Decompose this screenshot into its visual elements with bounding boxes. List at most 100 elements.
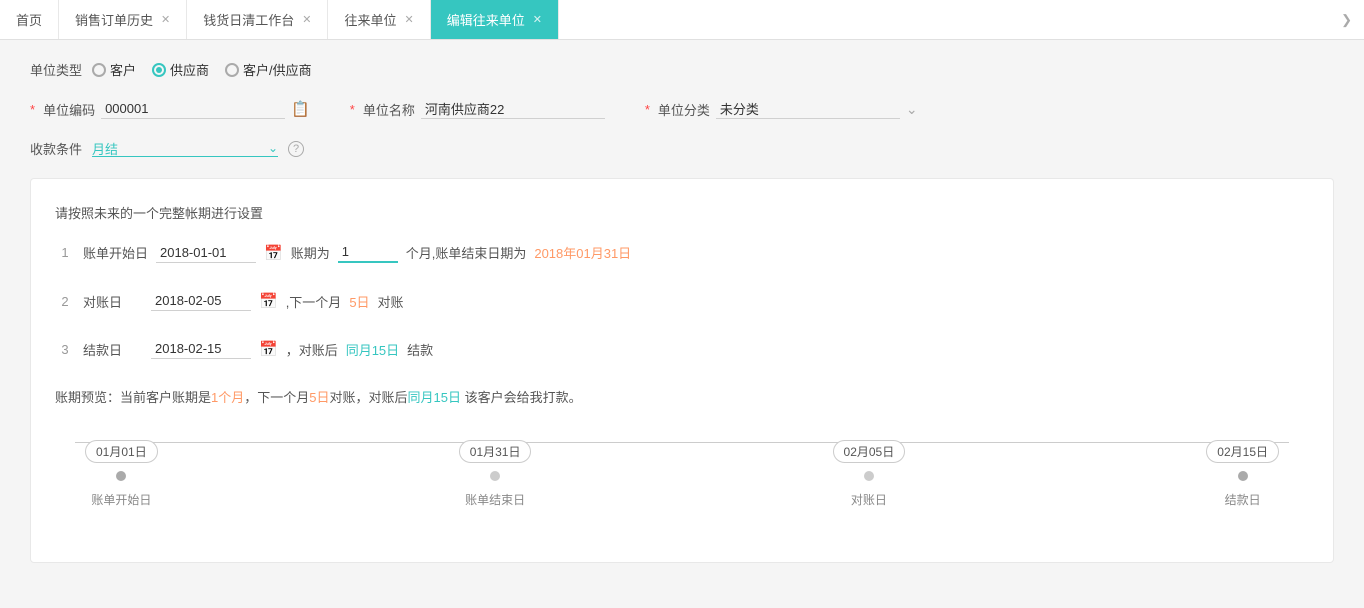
timeline-pill-3: 02月15日 <box>1206 440 1279 463</box>
timeline-pill-1: 01月31日 <box>459 440 532 463</box>
row3-suffix-pre: ，对账后 <box>286 340 338 359</box>
unit-type-row: 单位类型 客户 供应商 客户/供应商 <box>30 60 1334 79</box>
row1-period-label: 账期为 <box>291 243 330 262</box>
unit-type-label: 单位类型 <box>30 60 82 79</box>
unit-code-label: 单位编码 <box>43 100 95 119</box>
row2-label: 对账日 <box>83 292 143 311</box>
timeline-point-1: 01月31日 账单结束日 <box>459 440 532 508</box>
preview-text: 账期预览：当前客户账期是1个月，下一个月5日对账，对账后同月15日 该客户会给我… <box>55 387 1309 406</box>
timeline-pill-2: 02月05日 <box>833 440 906 463</box>
row2-calendar-icon[interactable]: 📅 <box>259 292 278 310</box>
row-payment: 3 结款日 📅 ，对账后同月15日结款 <box>55 339 1309 359</box>
tab-sales-order[interactable]: 销售订单历史 ✕ <box>59 0 187 39</box>
row2-num: 2 <box>55 294 75 309</box>
row2-suffix-post: 对账 <box>378 292 404 311</box>
row3-suffix-highlight: 同月15日 <box>346 340 399 359</box>
radio-customer-circle <box>92 63 106 77</box>
timeline-points: 01月01日 账单开始日 01月31日 账单结束日 02月05日 对账日 02月… <box>85 440 1279 508</box>
row3-calendar-icon[interactable]: 📅 <box>259 340 278 358</box>
preview-part1: 1个月 <box>211 390 244 405</box>
tab-expand-button[interactable]: ❯ <box>1329 0 1364 39</box>
tab-edit-partner-close[interactable]: ✕ <box>533 13 542 26</box>
tab-cash-work-close[interactable]: ✕ <box>302 13 311 26</box>
tab-partner-label: 往来单位 <box>344 10 396 29</box>
radio-customer-label: 客户 <box>110 60 136 79</box>
row1-calendar-icon[interactable]: 📅 <box>264 244 283 262</box>
tab-cash-work-label: 钱货日清工作台 <box>203 10 294 29</box>
preview-part3: 同月15日 <box>408 390 461 405</box>
card-hint: 请按照未来的一个完整帐期进行设置 <box>55 203 1309 222</box>
row-reconcile: 2 对账日 📅 ,下一个月 5日对账 <box>55 291 1309 311</box>
help-icon[interactable]: ? <box>288 141 304 157</box>
preview-prefix: 账期预览：当前客户账期是 <box>55 390 211 405</box>
tab-sales-order-label: 销售订单历史 <box>75 10 153 29</box>
radio-supplier[interactable]: 供应商 <box>152 60 209 79</box>
unit-name-group: * 单位名称 <box>350 99 605 119</box>
row1-period-input[interactable] <box>338 242 398 263</box>
preview-sep1: ，下一个月 <box>244 390 309 405</box>
row1-num: 1 <box>55 245 75 260</box>
row1-period-unit: 个月,账单结束日期为 <box>406 243 527 262</box>
payment-condition-dropdown[interactable]: ⌄ <box>92 141 278 157</box>
preview-part2: 5日 <box>309 390 329 405</box>
row2-date-input[interactable] <box>151 291 251 311</box>
copy-icon[interactable]: 📋 <box>291 100 310 118</box>
unit-category-input[interactable] <box>716 99 900 119</box>
radio-both[interactable]: 客户/供应商 <box>225 60 312 79</box>
radio-supplier-label: 供应商 <box>170 60 209 79</box>
row-bill-start: 1 账单开始日 📅 账期为 个月,账单结束日期为 2018年01月31日 <box>55 242 1309 263</box>
timeline-point-0: 01月01日 账单开始日 <box>85 440 158 508</box>
unit-category-label: 单位分类 <box>658 100 710 119</box>
row2-suffix-highlight: 5日 <box>349 292 369 311</box>
timeline-wrapper: 01月01日 账单开始日 01月31日 账单结束日 02月05日 对账日 02月… <box>55 430 1309 538</box>
payment-condition-label: 收款条件 <box>30 139 82 158</box>
timeline-label-2: 对账日 <box>851 491 887 508</box>
tab-home-label: 首页 <box>16 10 42 29</box>
timeline-pill-0: 01月01日 <box>85 440 158 463</box>
row1-period-end: 2018年01月31日 <box>534 243 631 262</box>
row3-suffix-post: 结款 <box>407 340 433 359</box>
timeline-dot-0 <box>116 471 126 481</box>
unit-category-dropdown-icon[interactable]: ⌄ <box>906 101 918 118</box>
payment-condition-input[interactable] <box>92 141 268 156</box>
radio-both-circle <box>225 63 239 77</box>
tab-partner[interactable]: 往来单位 ✕ <box>328 0 430 39</box>
unit-category-group: * 单位分类 ⌄ <box>645 99 918 119</box>
row2-suffix-pre: ,下一个月 <box>286 292 342 311</box>
tab-sales-order-close[interactable]: ✕ <box>161 13 170 26</box>
row3-num: 3 <box>55 342 75 357</box>
unit-code-group: * 单位编码 📋 <box>30 99 310 119</box>
row3-date-input[interactable] <box>151 339 251 359</box>
main-content: 单位类型 客户 供应商 客户/供应商 * 单位编码 📋 * 单位名称 <box>0 40 1364 603</box>
radio-supplier-circle <box>152 63 166 77</box>
preview-sep2: 对账，对账后 <box>330 390 408 405</box>
unit-name-star: * <box>350 102 355 117</box>
tab-edit-partner-label: 编辑往来单位 <box>447 10 525 29</box>
tab-home[interactable]: 首页 <box>0 0 59 39</box>
radio-customer[interactable]: 客户 <box>92 60 136 79</box>
unit-name-input[interactable] <box>421 99 605 119</box>
row1-date-input[interactable] <box>156 243 256 263</box>
unit-name-label: 单位名称 <box>363 100 415 119</box>
unit-code-star: * <box>30 102 35 117</box>
tab-cash-work[interactable]: 钱货日清工作台 ✕ <box>187 0 328 39</box>
unit-code-input[interactable] <box>101 99 285 119</box>
preview-suffix: 该客户会给我打款。 <box>465 390 582 405</box>
unit-category-star: * <box>645 102 650 117</box>
settings-card: 请按照未来的一个完整帐期进行设置 1 账单开始日 📅 账期为 个月,账单结束日期… <box>30 178 1334 563</box>
unit-type-radio-group: 客户 供应商 客户/供应商 <box>92 60 312 79</box>
tab-partner-close[interactable]: ✕ <box>405 13 414 26</box>
unit-fields-row: * 单位编码 📋 * 单位名称 * 单位分类 ⌄ <box>30 99 1334 119</box>
timeline-point-2: 02月05日 对账日 <box>833 440 906 508</box>
timeline-dot-3 <box>1238 471 1248 481</box>
tabs-bar: 首页 销售订单历史 ✕ 钱货日清工作台 ✕ 往来单位 ✕ 编辑往来单位 ✕ ❯ <box>0 0 1364 40</box>
tab-edit-partner[interactable]: 编辑往来单位 ✕ <box>431 0 559 39</box>
radio-both-label: 客户/供应商 <box>243 60 312 79</box>
timeline-label-1: 账单结束日 <box>465 491 525 508</box>
timeline-dot-1 <box>490 471 500 481</box>
timeline-point-3: 02月15日 结款日 <box>1206 440 1279 508</box>
timeline-label-0: 账单开始日 <box>91 491 151 508</box>
payment-condition-chevron-icon[interactable]: ⌄ <box>268 141 278 155</box>
row3-label: 结款日 <box>83 340 143 359</box>
timeline-label-3: 结款日 <box>1225 491 1261 508</box>
